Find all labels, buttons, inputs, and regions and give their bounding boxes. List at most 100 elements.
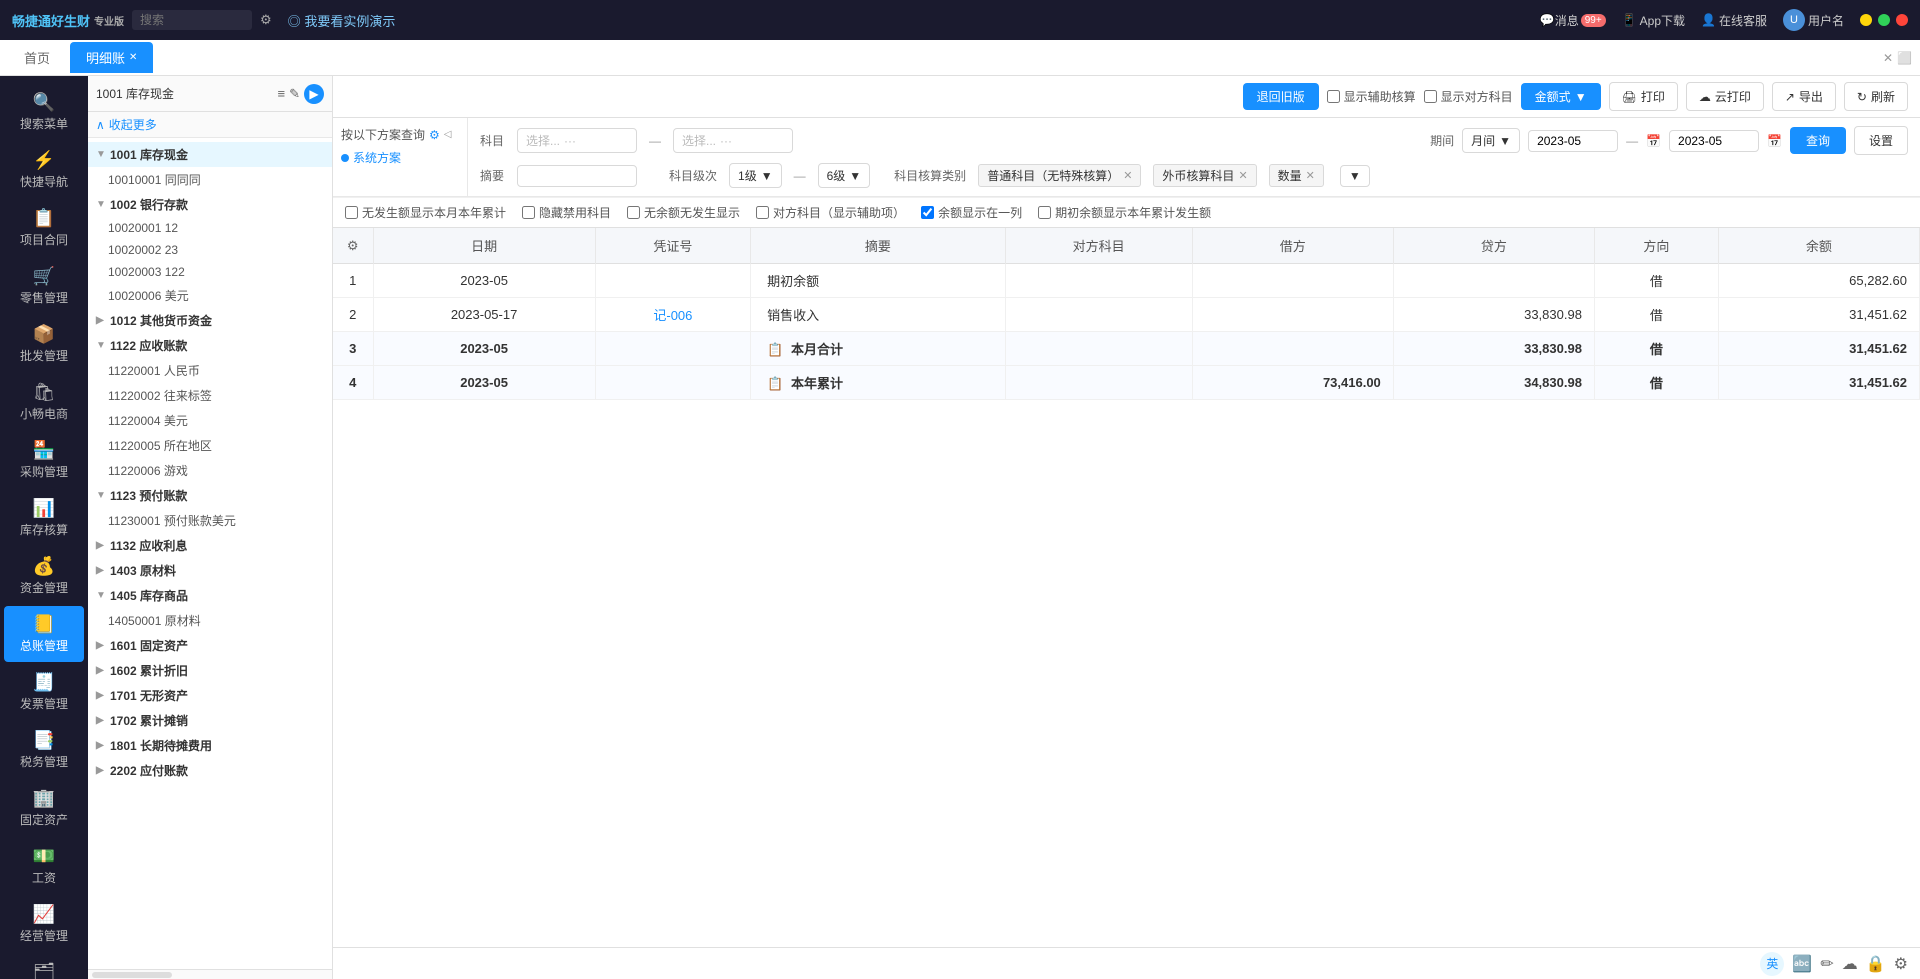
tab-detail-ledger[interactable]: 明细账 ✕ — [70, 42, 153, 73]
tree-item-1122[interactable]: ▼ 1122 应收账款 — [88, 333, 332, 358]
sidebar-item-fund[interactable]: 💰 资金管理 — [4, 548, 84, 604]
scroll-thumb[interactable] — [92, 972, 172, 978]
demo-link[interactable]: ◎ 我要看实例演示 — [288, 11, 396, 30]
th-settings[interactable]: ⚙ — [333, 228, 373, 264]
bottom-icon-cloud[interactable]: ☁ — [1842, 954, 1858, 974]
tree-item-1132[interactable]: ▶ 1132 应收利息 — [88, 533, 332, 558]
subject-input-from[interactable]: 选择... ··· — [517, 128, 637, 153]
level-from-select[interactable]: 1级 ▼ — [729, 163, 782, 188]
chk-balance-col-label[interactable]: 余额显示在一列 — [921, 204, 1022, 221]
category-dropdown[interactable]: ▼ — [1340, 165, 1370, 187]
chk-hide-disabled-label[interactable]: 隐藏禁用科目 — [522, 204, 611, 221]
show-opposite-checkbox[interactable] — [1424, 90, 1437, 103]
subject-input-to[interactable]: 选择... ··· — [673, 128, 793, 153]
tree-item-1012[interactable]: ▶ 1012 其他货币资金 — [88, 308, 332, 333]
period-end-input[interactable] — [1669, 130, 1759, 152]
tree-item-11220005[interactable]: 11220005 所在地区 — [88, 433, 332, 458]
bottom-icon-translate[interactable]: 英 — [1760, 952, 1784, 976]
tree-item-1601[interactable]: ▶ 1601 固定资产 — [88, 633, 332, 658]
sidebar-item-quick-nav[interactable]: ⚡ 快捷导航 — [4, 142, 84, 198]
cloud-print-button[interactable]: ☁ 云打印 — [1686, 82, 1764, 111]
chk-init-balance-label[interactable]: 期初余额显示本年累计发生额 — [1038, 204, 1211, 221]
online-service-btn[interactable]: 👤 在线客服 — [1701, 12, 1767, 29]
tree-item-11220001[interactable]: 11220001 人民币 — [88, 358, 332, 383]
print-button[interactable]: 🖨 打印 — [1609, 82, 1678, 111]
refresh-button[interactable]: ↻ 刷新 — [1844, 82, 1908, 111]
setting-button[interactable]: 设置 — [1854, 126, 1908, 155]
sidebar-item-wholesale[interactable]: 📦 批发管理 — [4, 316, 84, 372]
account-list-icon[interactable]: ≡ — [278, 86, 286, 101]
tree-item-11220006[interactable]: 11220006 游戏 — [88, 458, 332, 483]
tree-item-11220004[interactable]: 11220004 美元 — [88, 408, 332, 433]
tree-item-1701[interactable]: ▶ 1701 无形资产 — [88, 683, 332, 708]
chk-opposite[interactable] — [756, 206, 769, 219]
system-scheme[interactable]: 系统方案 — [341, 149, 459, 166]
bottom-icon-edit[interactable]: ✏ — [1820, 954, 1833, 974]
period-calendar-icon[interactable]: 📅 — [1767, 134, 1782, 148]
sidebar-item-assets[interactable]: 🏢 固定资产 — [4, 780, 84, 836]
user-info[interactable]: U 用户名 — [1783, 9, 1844, 31]
summary-input[interactable] — [517, 165, 637, 187]
sidebar-item-invoice[interactable]: 🧾 发票管理 — [4, 664, 84, 720]
sidebar-item-ecommerce[interactable]: 🛍 小畅电商 — [4, 374, 84, 430]
account-nav-next[interactable]: ▶ — [304, 84, 324, 104]
tree-item-10020006[interactable]: 10020006 美元 — [88, 283, 332, 308]
chk-hide-disabled[interactable] — [522, 206, 535, 219]
tree-item-1123[interactable]: ▼ 1123 预付账款 — [88, 483, 332, 508]
chk-no-balance-label[interactable]: 无余额无发生显示 — [627, 204, 740, 221]
gear-icon[interactable]: ⚙ — [260, 12, 272, 28]
sidebar-item-retail[interactable]: 🛒 零售管理 — [4, 258, 84, 314]
scheme-settings-icon[interactable]: ⚙ — [429, 128, 440, 142]
tree-item-10020003[interactable]: 10020003 122 — [88, 261, 332, 283]
show-opposite-checkbox-label[interactable]: 显示对方科目 — [1424, 88, 1513, 105]
tree-item-1801[interactable]: ▶ 1801 长期待摊费用 — [88, 733, 332, 758]
tag-normal-close[interactable]: ✕ — [1123, 169, 1132, 182]
tree-item-1702[interactable]: ▶ 1702 累计摊销 — [88, 708, 332, 733]
sidebar-item-purchase[interactable]: 🏪 采购管理 — [4, 432, 84, 488]
scheme-arrow-icon[interactable]: ◁ — [444, 129, 452, 140]
close-btn[interactable] — [1896, 14, 1908, 26]
show-aux-checkbox[interactable] — [1327, 90, 1340, 103]
tab-close-icon[interactable]: ✕ — [129, 52, 137, 63]
tree-item-1405[interactable]: ▼ 1405 库存商品 — [88, 583, 332, 608]
level-to-select[interactable]: 6级 ▼ — [818, 163, 871, 188]
voucher-link[interactable]: 记-006 — [653, 308, 692, 323]
collapse-bar[interactable]: ∧ 收起更多 — [88, 112, 332, 138]
tree-item-1002[interactable]: ▼ 1002 银行存款 — [88, 192, 332, 217]
sidebar-item-expense[interactable]: 🗂 小畅报销 — [4, 954, 84, 979]
chk-opposite-label[interactable]: 对方科目（显示辅助项） — [756, 204, 905, 221]
tree-item-10020001[interactable]: 10020001 12 — [88, 217, 332, 239]
tree-item-10010001[interactable]: 10010001 同同同 — [88, 167, 332, 192]
bottom-icon-keyboard[interactable]: 🔤 — [1792, 954, 1812, 974]
sidebar-item-salary[interactable]: 💵 工资 — [4, 838, 84, 894]
show-aux-checkbox-label[interactable]: 显示辅助核算 — [1327, 88, 1416, 105]
tree-item-2202[interactable]: ▶ 2202 应付账款 — [88, 758, 332, 783]
tab-home[interactable]: 首页 — [8, 42, 66, 73]
tag-foreign-close[interactable]: ✕ — [1238, 169, 1247, 182]
tree-item-11220002[interactable]: 11220002 往来标签 — [88, 383, 332, 408]
tree-item-1403[interactable]: ▶ 1403 原材料 — [88, 558, 332, 583]
sidebar-item-search[interactable]: 🔍 搜索菜单 — [4, 84, 84, 140]
message-btn[interactable]: 💬 消息 99+ — [1540, 12, 1606, 29]
tree-item-1001[interactable]: ▼ 1001 库存现金 — [88, 142, 332, 167]
tree-item-14050001[interactable]: 14050001 原材料 — [88, 608, 332, 633]
return-old-version-button[interactable]: 退回旧版 — [1243, 83, 1319, 110]
bottom-icon-lock[interactable]: 🔒 — [1866, 954, 1886, 974]
chk-balance-col[interactable] — [921, 206, 934, 219]
tab-collapse-icon[interactable]: ✕ — [1883, 51, 1893, 65]
chk-no-occur[interactable] — [345, 206, 358, 219]
minimize-btn[interactable] — [1860, 14, 1872, 26]
app-download-btn[interactable]: 📱 App下载 — [1622, 12, 1685, 29]
format-button[interactable]: 金额式 ▼ — [1521, 83, 1601, 110]
chk-no-balance[interactable] — [627, 206, 640, 219]
account-edit-icon[interactable]: ✎ — [289, 86, 300, 102]
sidebar-item-tax[interactable]: 📑 税务管理 — [4, 722, 84, 778]
query-button[interactable]: 查询 — [1790, 127, 1846, 154]
tag-quantity-close[interactable]: ✕ — [1306, 169, 1315, 182]
sidebar-item-operations[interactable]: 📈 经营管理 — [4, 896, 84, 952]
tree-item-11230001[interactable]: 11230001 预付账款美元 — [88, 508, 332, 533]
bottom-icon-settings[interactable]: ⚙ — [1894, 954, 1908, 974]
window-search-input[interactable] — [132, 10, 252, 30]
period-type-select[interactable]: 月间 ▼ — [1462, 128, 1520, 153]
sidebar-item-project[interactable]: 📋 项目合同 — [4, 200, 84, 256]
